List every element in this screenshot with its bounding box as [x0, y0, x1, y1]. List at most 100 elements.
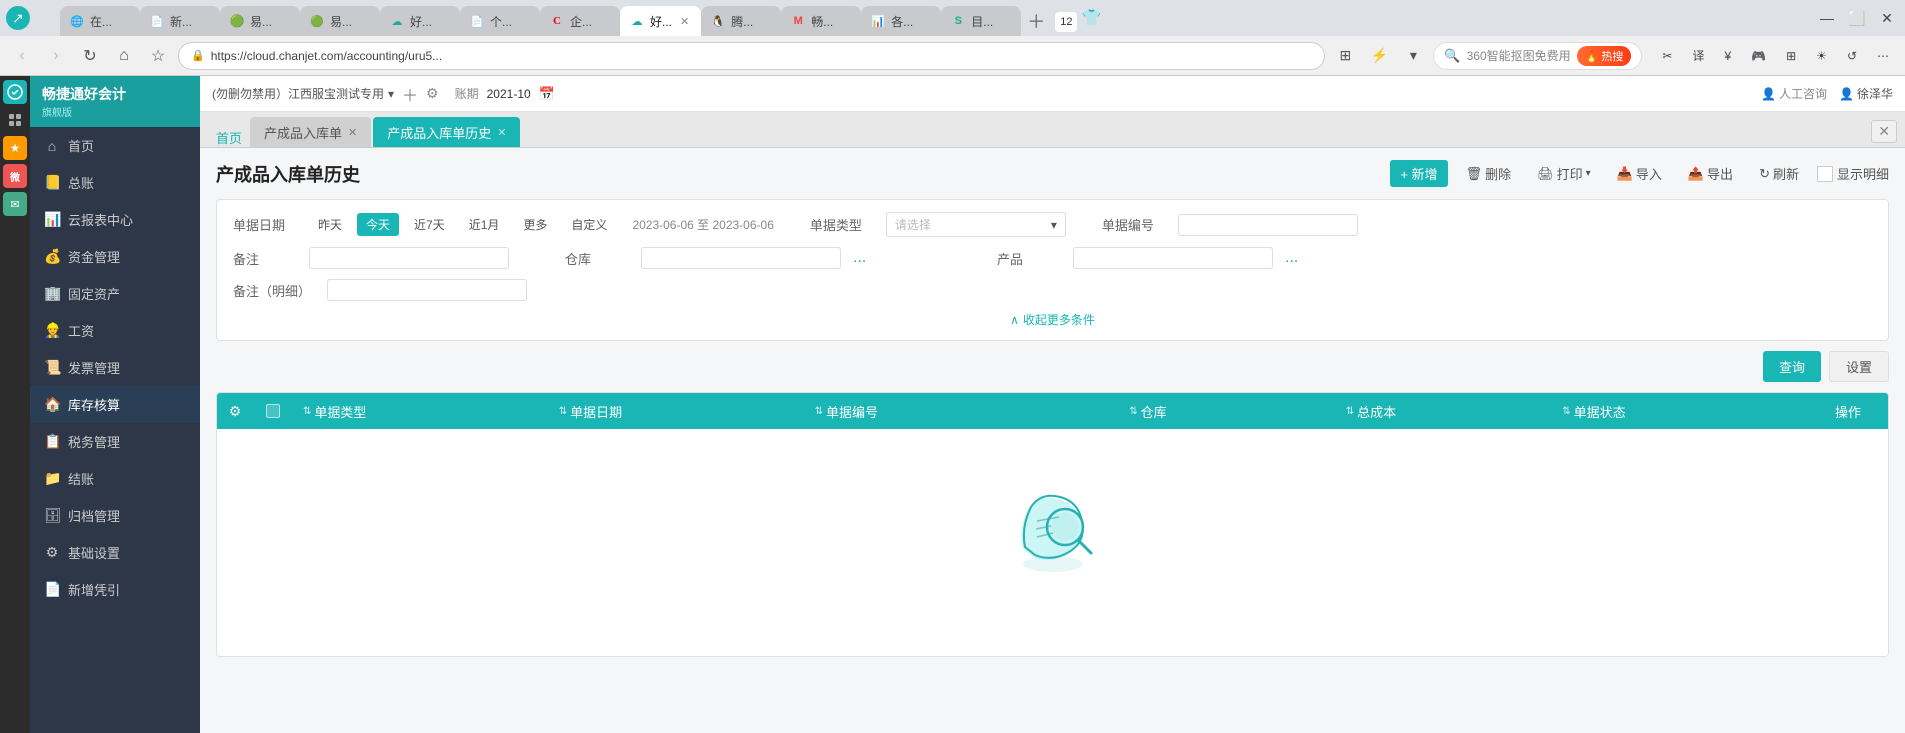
delete-button[interactable]: 🗑 删除 — [1458, 160, 1520, 187]
page-tab-history-close[interactable]: ✕ — [497, 126, 506, 139]
translate-tool[interactable]: 译 — [1684, 42, 1712, 70]
new-button[interactable]: + 新增 — [1390, 160, 1447, 187]
sidebar-item-ledger[interactable]: 📒 总账 — [30, 164, 200, 201]
close-side-panel[interactable]: ✕ — [1871, 120, 1905, 147]
sidebar-item-tax[interactable]: 📋 税务管理 — [30, 423, 200, 460]
undo-tool[interactable]: ↺ — [1839, 42, 1865, 70]
select-all-checkbox[interactable] — [266, 404, 280, 418]
tab-11[interactable]: 📊 各... — [861, 6, 941, 36]
company-selector[interactable]: (勿删勿禁用）江西服宝测试专用 ▾ — [212, 85, 394, 102]
rail-icon-star[interactable]: ★ — [3, 136, 27, 160]
back-button[interactable]: ‹ — [8, 42, 36, 70]
th-date[interactable]: ⇅ 单据日期 — [549, 402, 805, 421]
date-btn-custom[interactable]: 自定义 — [562, 213, 616, 236]
sidebar-item-basic[interactable]: ⚙ 基础设置 — [30, 534, 200, 571]
sidebar-item-archive[interactable]: 🗄 归档管理 — [30, 497, 200, 534]
maximize-button[interactable]: ⬜ — [1843, 4, 1871, 32]
date-btn-7days[interactable]: 近7天 — [405, 213, 454, 236]
export-button[interactable]: 📤 导出 — [1680, 160, 1741, 187]
filter-type-select[interactable]: 请选择 ▾ — [886, 212, 1066, 237]
date-btn-more[interactable]: 更多 — [514, 213, 556, 236]
rail-icon-weibo[interactable]: 微 — [3, 164, 27, 188]
extensions-icon[interactable]: ⊞ — [1331, 42, 1359, 70]
lightning-icon[interactable]: ⚡ — [1365, 42, 1393, 70]
tab-8[interactable]: ☁ 好... ✕ — [620, 6, 701, 36]
warehouse-dots-button[interactable]: ... — [845, 249, 874, 267]
tab-5[interactable]: ☁ 好... — [380, 6, 460, 36]
filter-note-detail-input[interactable] — [327, 279, 527, 301]
tab-1[interactable]: 🌐 在... — [60, 6, 140, 36]
th-checkbox[interactable] — [253, 404, 293, 418]
currency-tool[interactable]: ¥ — [1716, 42, 1739, 70]
grid-tool[interactable]: ⊞ — [1778, 42, 1804, 70]
rail-icon-mail[interactable]: ✉ — [3, 192, 27, 216]
scissors-tool[interactable]: ✂ — [1654, 42, 1680, 70]
minimize-button[interactable]: — — [1813, 4, 1841, 32]
bookmark-button[interactable]: ☆ — [144, 42, 172, 70]
tab-4[interactable]: 🟢 易... — [300, 6, 380, 36]
sidebar-item-invoice[interactable]: 📜 发票管理 — [30, 349, 200, 386]
date-btn-today[interactable]: 今天 — [357, 213, 399, 236]
username-button[interactable]: 👤 徐泽华 — [1839, 85, 1893, 102]
product-dots-button[interactable]: ... — [1277, 249, 1306, 267]
tab-10[interactable]: M 畅... — [781, 6, 861, 36]
tab-9[interactable]: 🐧 腾... — [701, 6, 781, 36]
page-tab-list-close[interactable]: ✕ — [348, 126, 357, 139]
tab-7[interactable]: C 企... — [540, 6, 620, 36]
th-cost[interactable]: ⇅ 总成本 — [1336, 402, 1552, 421]
tab-6[interactable]: 📄 个... — [460, 6, 540, 36]
th-type[interactable]: ⇅ 单据类型 — [293, 402, 549, 421]
sidebar-item-home[interactable]: ⌂ 首页 — [30, 127, 200, 164]
shirt-icon[interactable]: 👕 — [1077, 4, 1105, 32]
sidebar-item-inventory[interactable]: 🏠 库存核算 — [30, 386, 200, 423]
rail-icon-2[interactable] — [3, 108, 27, 132]
filter-warehouse-input[interactable] — [641, 247, 841, 269]
new-tab-button[interactable]: ＋ — [1021, 6, 1051, 36]
refresh-browser-button[interactable]: ↻ — [76, 42, 104, 70]
date-btn-yesterday[interactable]: 昨天 — [309, 213, 351, 236]
print-button[interactable]: 🖨 打印 ▾ — [1529, 160, 1599, 187]
th-settings[interactable]: ⚙ — [217, 403, 253, 420]
search-button[interactable]: 查询 — [1763, 351, 1821, 382]
show-fields-toggle[interactable]: 显示明细 — [1817, 164, 1889, 183]
forward-button[interactable]: › — [42, 42, 70, 70]
close-button[interactable]: ✕ — [1873, 4, 1901, 32]
tab-2[interactable]: 📄 新... — [140, 6, 220, 36]
settings-icon[interactable]: ⚙ — [426, 85, 439, 102]
calendar-icon[interactable]: 📅 — [539, 86, 555, 102]
search-bar[interactable]: 🔍 360智能抠图免费用 🔥 热搜 — [1433, 42, 1642, 70]
breadcrumb-home[interactable]: 首页 — [216, 128, 242, 147]
filter-note-input[interactable] — [309, 247, 509, 269]
settings-button[interactable]: 设置 — [1829, 351, 1889, 382]
page-tab-list[interactable]: 产成品入库单 ✕ — [250, 117, 371, 147]
sidebar-item-fixed-asset[interactable]: 🏢 固定资产 — [30, 275, 200, 312]
add-company-icon[interactable]: ＋ — [402, 82, 418, 106]
refresh-button[interactable]: ↻ 刷新 — [1751, 160, 1807, 187]
th-warehouse[interactable]: ⇅ 仓库 — [1119, 402, 1335, 421]
theme-tool[interactable]: ☀ — [1808, 42, 1835, 70]
home-button[interactable]: ⌂ — [110, 42, 138, 70]
filter-product-input[interactable] — [1073, 247, 1273, 269]
tab-12[interactable]: S 目... — [941, 6, 1021, 36]
sidebar-item-payroll[interactable]: 👷 工资 — [30, 312, 200, 349]
sidebar-item-settlement[interactable]: 📁 结账 — [30, 460, 200, 497]
user-service-button[interactable]: 👤 人工咨询 — [1761, 85, 1827, 102]
rail-icon-1[interactable] — [3, 80, 27, 104]
filter-number-input[interactable] — [1178, 214, 1358, 236]
page-tab-history[interactable]: 产成品入库单历史 ✕ — [373, 117, 520, 147]
th-status[interactable]: ⇅ 单据状态 — [1552, 402, 1808, 421]
tab-3[interactable]: 🟢 易... — [220, 6, 300, 36]
date-btn-1month[interactable]: 近1月 — [460, 213, 509, 236]
address-input[interactable]: 🔒 https://cloud.chanjet.com/accounting/u… — [178, 42, 1325, 70]
dropdown-icon[interactable]: ▾ — [1399, 42, 1427, 70]
more-tool[interactable]: ⋯ — [1869, 42, 1897, 70]
show-fields-checkbox[interactable] — [1817, 166, 1833, 182]
game-tool[interactable]: 🎮 — [1743, 42, 1774, 70]
sidebar-item-cloud-report[interactable]: 📊 云报表中心 — [30, 201, 200, 238]
sidebar-item-new-voucher[interactable]: 📄 新增凭引 — [30, 571, 200, 608]
th-number[interactable]: ⇅ 单据编号 — [805, 402, 1120, 421]
tab-close-8[interactable]: ✕ — [678, 13, 691, 30]
collapse-filter-button[interactable]: ∧ 收起更多条件 — [233, 311, 1872, 328]
sidebar-item-fund[interactable]: 💰 资金管理 — [30, 238, 200, 275]
import-button[interactable]: 📥 导入 — [1609, 160, 1670, 187]
